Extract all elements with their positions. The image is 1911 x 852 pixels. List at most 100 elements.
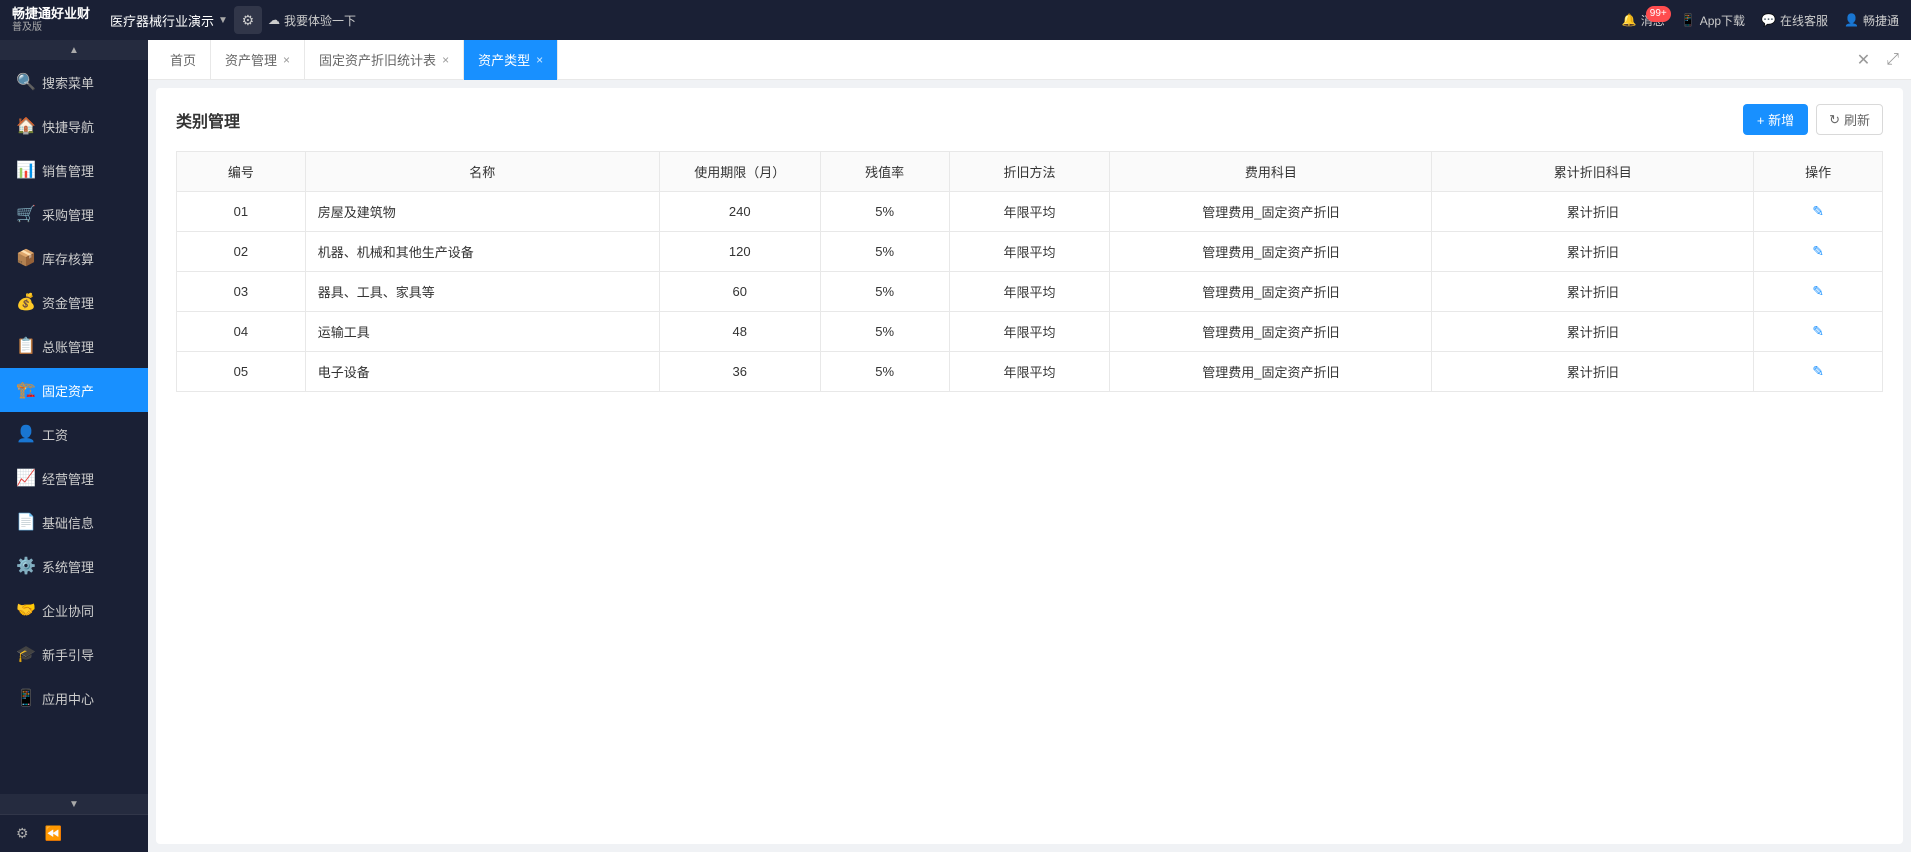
workspace-selector[interactable]: 医疗器械行业演示 ▼ [110,11,228,30]
sidebar-item-purchase[interactable]: 🛒 采购管理 [0,192,148,236]
cell-accum: 累计折旧 [1432,192,1754,232]
sidebar-item-label: 基础信息 [42,513,94,532]
cell-op: ✎ [1754,232,1883,272]
cell-name: 机器、机械和其他生产设备 [305,232,659,272]
sidebar-item-inventory[interactable]: 📦 库存核算 [0,236,148,280]
cell-residual: 5% [820,272,949,312]
app-icon: 📱 [16,688,34,708]
col-header-expense: 费用科目 [1110,152,1432,192]
online-service-label: 在线客服 [1780,12,1828,29]
sidebar-item-label: 快捷导航 [42,117,94,136]
sidebar-item-label: 固定资产 [42,381,94,400]
online-service-item[interactable]: 💬 在线客服 [1761,12,1828,29]
cell-op: ✎ [1754,312,1883,352]
sidebar-item-guide[interactable]: 🎓 新手引导 [0,632,148,676]
new-button[interactable]: + 新增 [1743,104,1808,135]
sidebar-scroll-up[interactable]: ▲ [0,40,148,60]
sidebar-item-sales[interactable]: 📊 销售管理 [0,148,148,192]
refresh-button[interactable]: ↻ 刷新 [1816,104,1883,135]
cell-method: 年限平均 [949,192,1110,232]
table-row: 04 运输工具 48 5% 年限平均 管理费用_固定资产折旧 累计折旧 ✎ [177,312,1883,352]
sidebar-item-enterprise[interactable]: 🤝 企业协同 [0,588,148,632]
cell-accum: 累计折旧 [1432,352,1754,392]
sidebar-item-system[interactable]: ⚙️ 系统管理 [0,544,148,588]
cell-method: 年限平均 [949,232,1110,272]
cell-op: ✎ [1754,352,1883,392]
sidebar-item-capital[interactable]: 💰 资金管理 [0,280,148,324]
chevron-down-icon: ▼ [218,15,228,26]
sidebar-item-label: 新手引导 [42,645,94,664]
cell-name: 电子设备 [305,352,659,392]
app-download-item[interactable]: 📱 App下载 [1681,12,1745,29]
cell-num: 02 [177,232,306,272]
sidebar-item-app-center[interactable]: 📱 应用中心 [0,676,148,720]
cell-num: 04 [177,312,306,352]
main-layout: ▲ 🔍 搜索菜单 🏠 快捷导航 📊 销售管理 🛒 采购管理 📦 库存核算 [0,40,1911,852]
sidebar-item-search[interactable]: 🔍 搜索菜单 [0,60,148,104]
tab-depreciation-close[interactable]: × [442,53,449,67]
refresh-icon: ↻ [1829,112,1840,128]
tab-close-window-icon[interactable]: ✕ [1853,46,1874,74]
page-content: 类别管理 + 新增 ↻ 刷新 编号 名称 使用期限（月） 残值率 [156,88,1903,844]
col-header-name: 名称 [305,152,659,192]
collapse-icon[interactable]: ⏪ [45,825,62,842]
sidebar-item-operation[interactable]: 📈 经营管理 [0,456,148,500]
tab-asset-mgmt-close[interactable]: × [283,53,290,67]
tab-depreciation[interactable]: 固定资产折旧统计表 × [305,40,464,80]
cell-expense: 管理费用_固定资产折旧 [1110,232,1432,272]
experience-button[interactable]: ☁ 我要体验一下 [268,12,356,29]
edit-button[interactable]: ✎ [1812,203,1824,219]
sidebar-item-basic-info[interactable]: 📄 基础信息 [0,500,148,544]
money-icon: 💰 [16,292,34,312]
tab-actions: ✕ ⤢ [1853,46,1903,74]
edit-button[interactable]: ✎ [1812,243,1824,259]
table-row: 05 电子设备 36 5% 年限平均 管理费用_固定资产折旧 累计折旧 ✎ [177,352,1883,392]
sidebar-item-label: 销售管理 [42,161,94,180]
cell-expense: 管理费用_固定资产折旧 [1110,352,1432,392]
sidebar-item-label: 系统管理 [42,557,94,576]
top-bar-right: 🔔 消息 99+ 📱 App下载 💬 在线客服 👤 畅捷通 [1622,12,1899,29]
salary-icon: 👤 [16,424,34,444]
user-icon: 👤 [1844,13,1859,27]
sidebar-item-label: 资金管理 [42,293,94,312]
sidebar-item-shortcut[interactable]: 🏠 快捷导航 [0,104,148,148]
notifications-item[interactable]: 🔔 消息 99+ [1622,12,1665,29]
edit-button[interactable]: ✎ [1812,323,1824,339]
operation-icon: 📈 [16,468,34,488]
page-title: 类别管理 [176,108,240,132]
tab-asset-type[interactable]: 资产类型 × [464,40,558,80]
edit-button[interactable]: ✎ [1812,363,1824,379]
tab-asset-mgmt[interactable]: 资产管理 × [211,40,305,80]
cell-expense: 管理费用_固定资产折旧 [1110,192,1432,232]
sidebar-item-label: 工资 [42,425,68,444]
app-subtitle: 普及版 [12,22,42,34]
sidebar-item-salary[interactable]: 👤 工资 [0,412,148,456]
app-title: 畅捷通好业财 [12,6,90,22]
sidebar-item-fixed-assets[interactable]: 🏗️ 固定资产 [0,368,148,412]
tab-maximize-icon[interactable]: ⤢ [1882,47,1903,73]
settings-footer-icon[interactable]: ⚙ [16,825,29,842]
col-header-residual: 残值率 [820,152,949,192]
handshake-icon: 🤝 [16,600,34,620]
service-icon: 💬 [1761,13,1776,27]
table-row: 01 房屋及建筑物 240 5% 年限平均 管理费用_固定资产折旧 累计折旧 ✎ [177,192,1883,232]
cell-residual: 5% [820,192,949,232]
cell-accum: 累计折旧 [1432,272,1754,312]
cell-period: 120 [659,232,820,272]
settings-button[interactable]: ⚙ [234,6,262,34]
user-label: 畅捷通 [1863,12,1899,29]
top-bar: 畅捷通好业财 普及版 医疗器械行业演示 ▼ ⚙ ☁ 我要体验一下 🔔 消息 99… [0,0,1911,40]
user-item[interactable]: 👤 畅捷通 [1844,12,1899,29]
tab-asset-type-close[interactable]: × [536,53,543,67]
chart-icon: 📊 [16,160,34,180]
cart-icon: 🛒 [16,204,34,224]
cell-name: 房屋及建筑物 [305,192,659,232]
page-header: 类别管理 + 新增 ↻ 刷新 [176,104,1883,135]
sidebar-scroll-down[interactable]: ▼ [0,794,148,814]
top-bar-left: 畅捷通好业财 普及版 [12,6,90,34]
sidebar-item-ledger[interactable]: 📋 总账管理 [0,324,148,368]
download-icon: 📱 [1681,13,1696,27]
tab-home[interactable]: 首页 [156,40,211,80]
edit-button[interactable]: ✎ [1812,283,1824,299]
experience-label: 我要体验一下 [284,12,356,29]
